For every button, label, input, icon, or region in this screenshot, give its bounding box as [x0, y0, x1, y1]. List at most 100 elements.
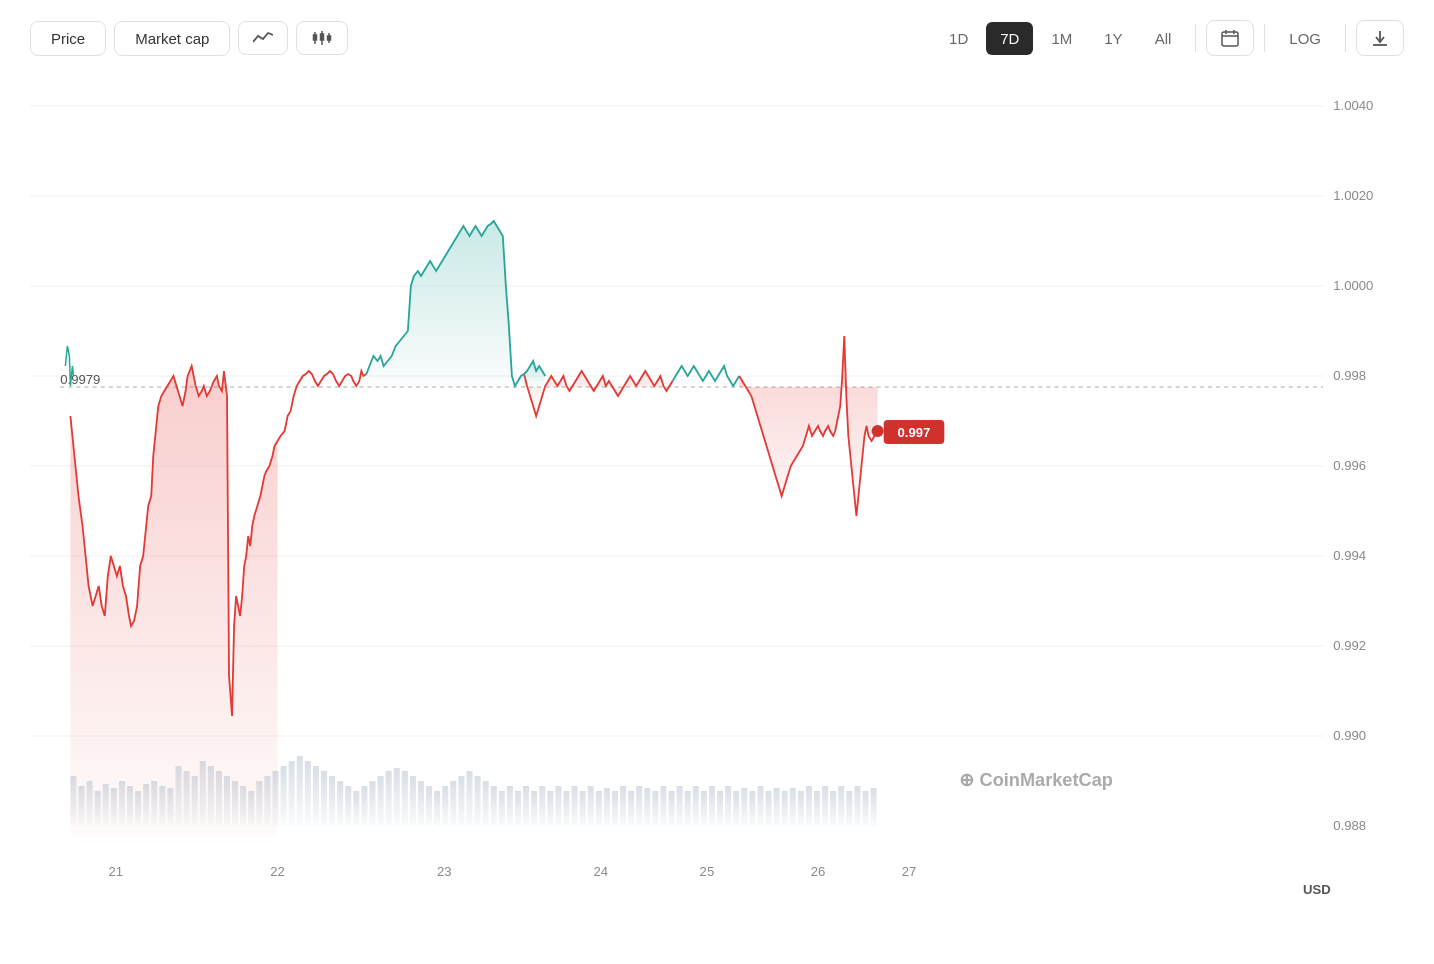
- svg-rect-57: [264, 776, 270, 826]
- svg-rect-104: [644, 788, 650, 826]
- svg-rect-64: [321, 771, 327, 826]
- svg-rect-93: [555, 786, 561, 826]
- svg-rect-55: [248, 791, 254, 826]
- svg-rect-119: [765, 791, 771, 826]
- svg-point-32: [872, 425, 884, 437]
- svg-rect-114: [725, 786, 731, 826]
- svg-rect-37: [103, 784, 109, 826]
- period-1m[interactable]: 1M: [1037, 22, 1086, 55]
- svg-rect-33: [70, 776, 76, 826]
- svg-rect-98: [596, 791, 602, 826]
- svg-rect-70: [369, 781, 375, 826]
- svg-rect-110: [693, 786, 699, 826]
- svg-rect-88: [515, 791, 521, 826]
- svg-text:0.996: 0.996: [1333, 458, 1366, 473]
- svg-rect-38: [111, 788, 117, 826]
- svg-text:26: 26: [811, 864, 826, 879]
- svg-rect-41: [135, 791, 141, 826]
- svg-rect-84: [483, 781, 489, 826]
- svg-rect-72: [386, 771, 392, 826]
- svg-rect-132: [871, 788, 877, 826]
- svg-rect-69: [361, 786, 367, 826]
- chart-container: Price Market cap 1D 7D 1M: [0, 0, 1434, 964]
- svg-text:24: 24: [594, 864, 609, 879]
- svg-rect-66: [337, 781, 343, 826]
- svg-rect-80: [450, 781, 456, 826]
- svg-rect-49: [200, 761, 206, 826]
- svg-rect-61: [297, 756, 303, 826]
- svg-text:1.0040: 1.0040: [1333, 98, 1373, 113]
- market-cap-tab[interactable]: Market cap: [114, 21, 230, 56]
- svg-rect-60: [289, 761, 295, 826]
- svg-rect-124: [806, 786, 812, 826]
- svg-rect-130: [854, 786, 860, 826]
- svg-text:23: 23: [437, 864, 452, 879]
- svg-rect-82: [466, 771, 472, 826]
- period-1y[interactable]: 1Y: [1090, 22, 1136, 55]
- candle-chart-icon[interactable]: [296, 21, 348, 55]
- line-chart-icon[interactable]: [238, 21, 288, 55]
- svg-rect-100: [612, 791, 618, 826]
- svg-rect-83: [475, 776, 481, 826]
- svg-rect-92: [547, 791, 553, 826]
- svg-rect-52: [224, 776, 230, 826]
- svg-rect-120: [774, 788, 780, 826]
- svg-rect-67: [345, 786, 351, 826]
- svg-rect-86: [499, 791, 505, 826]
- svg-rect-96: [580, 791, 586, 826]
- price-tab[interactable]: Price: [30, 21, 106, 56]
- log-button[interactable]: LOG: [1275, 22, 1335, 55]
- svg-text:0.998: 0.998: [1333, 368, 1366, 383]
- svg-rect-5: [328, 36, 331, 40]
- svg-text:USD: USD: [1303, 882, 1331, 897]
- svg-rect-71: [378, 776, 384, 826]
- svg-rect-50: [208, 766, 214, 826]
- calendar-icon[interactable]: [1206, 20, 1254, 56]
- svg-rect-54: [240, 786, 246, 826]
- svg-rect-44: [159, 786, 165, 826]
- svg-text:25: 25: [700, 864, 715, 879]
- svg-rect-117: [749, 791, 755, 826]
- period-7d[interactable]: 7D: [986, 22, 1033, 55]
- svg-rect-107: [669, 791, 675, 826]
- svg-rect-109: [685, 791, 691, 826]
- svg-rect-68: [353, 791, 359, 826]
- svg-rect-81: [458, 776, 464, 826]
- svg-rect-127: [830, 791, 836, 826]
- svg-rect-97: [588, 786, 594, 826]
- svg-rect-125: [814, 791, 820, 826]
- svg-rect-39: [119, 781, 125, 826]
- svg-text:0.9979: 0.9979: [60, 372, 100, 387]
- toolbar-left: Price Market cap: [30, 21, 348, 56]
- svg-text:1.0020: 1.0020: [1333, 188, 1373, 203]
- svg-rect-6: [1222, 32, 1238, 46]
- svg-rect-108: [677, 786, 683, 826]
- separator-3: [1345, 24, 1346, 52]
- svg-rect-129: [846, 791, 852, 826]
- svg-rect-89: [523, 786, 529, 826]
- svg-rect-42: [143, 784, 149, 826]
- separator-1: [1195, 24, 1196, 52]
- svg-rect-106: [660, 786, 666, 826]
- svg-text:⊕ CoinMarketCap: ⊕ CoinMarketCap: [959, 770, 1112, 790]
- svg-rect-62: [305, 761, 311, 826]
- svg-text:0.990: 0.990: [1333, 728, 1366, 743]
- svg-rect-90: [531, 791, 537, 826]
- svg-rect-1: [314, 35, 317, 40]
- svg-text:21: 21: [109, 864, 124, 879]
- svg-rect-63: [313, 766, 319, 826]
- svg-rect-91: [539, 786, 545, 826]
- period-1d[interactable]: 1D: [935, 22, 982, 55]
- svg-rect-95: [572, 786, 578, 826]
- svg-text:0.997: 0.997: [898, 425, 931, 440]
- svg-rect-48: [192, 776, 198, 826]
- svg-rect-3: [321, 34, 324, 40]
- svg-rect-115: [733, 791, 739, 826]
- svg-rect-45: [167, 788, 173, 826]
- svg-rect-77: [426, 786, 432, 826]
- svg-rect-59: [281, 766, 287, 826]
- period-all[interactable]: All: [1141, 22, 1186, 55]
- download-icon[interactable]: [1356, 20, 1404, 56]
- separator-2: [1264, 24, 1265, 52]
- chart-area: 1.0040 1.0020 1.0000 0.998 0.996 0.994 0…: [30, 76, 1404, 916]
